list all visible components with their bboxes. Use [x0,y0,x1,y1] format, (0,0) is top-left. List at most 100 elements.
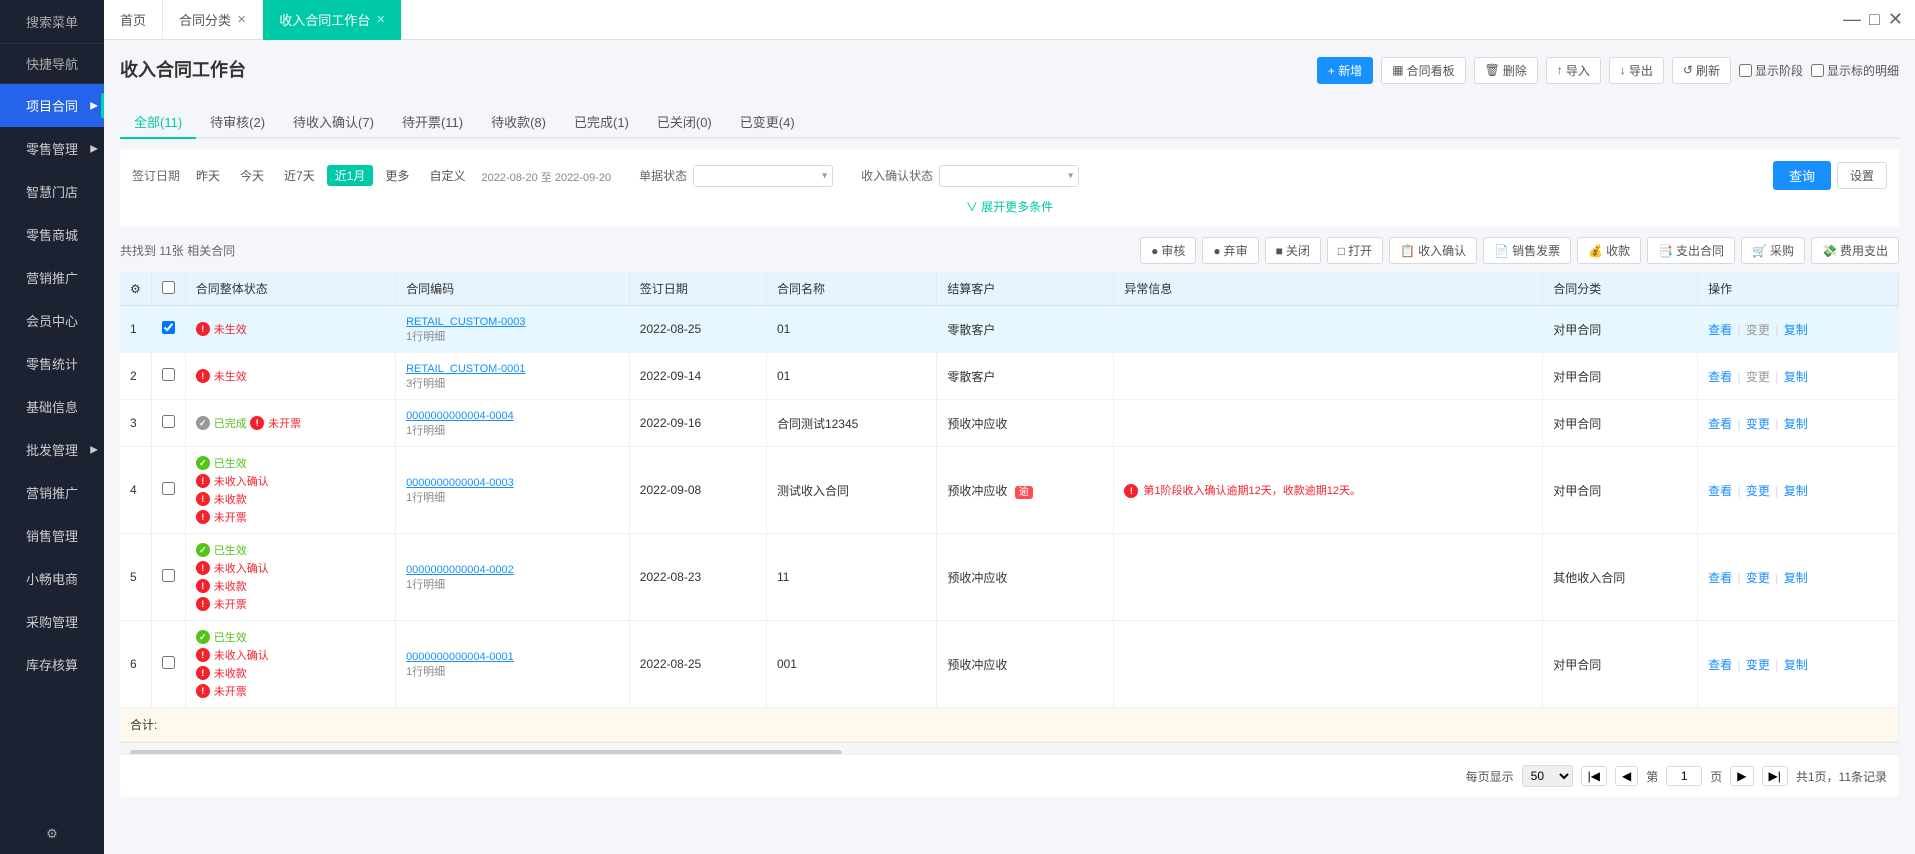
abandon-review-button[interactable]: ● 弃审 [1202,237,1258,264]
date-btn-1month[interactable]: 近1月 [327,165,374,186]
change-link[interactable]: 变更 [1746,658,1770,672]
expand-filter-button[interactable]: ∨ 展开更多条件 [966,200,1053,214]
maximize-icon[interactable]: □ [1869,9,1880,30]
contract-code-link[interactable]: 0000000000004-0004 [406,410,514,422]
close-icon[interactable]: ✕ [376,13,385,26]
copy-link[interactable]: 复制 [1784,484,1808,498]
close-button[interactable]: ■ 关闭 [1265,237,1321,264]
contract-code-link[interactable]: RETAIL_CUSTOM-0001 [406,363,525,375]
contract-code-link[interactable]: 0000000000004-0003 [406,477,514,489]
show-detail-input[interactable] [1811,64,1824,77]
sidebar-item-retail-mgmt[interactable]: 零售管理 ▶ [0,127,104,170]
sidebar-item-project-contract[interactable]: 项目合同 ▶ [0,84,104,127]
date-btn-yesterday[interactable]: 昨天 [188,165,228,186]
th-settings[interactable]: ⚙ [120,272,151,306]
sidebar-item-member-center[interactable]: 会员中心 [0,299,104,342]
date-btn-custom[interactable]: 自定义 [421,165,473,186]
contract-code-link[interactable]: RETAIL_CUSTOM-0003 [406,316,525,328]
show-fields-checkbox[interactable]: 显示阶段 [1739,62,1803,79]
import-button[interactable]: ↑ 导入 [1546,57,1601,84]
view-link[interactable]: 查看 [1708,323,1732,337]
row-checkbox[interactable] [151,534,185,621]
view-link[interactable]: 查看 [1708,658,1732,672]
contract-code-link[interactable]: 0000000000004-0001 [406,651,514,663]
expense-button[interactable]: 💸 费用支出 [1811,237,1899,264]
th-checkbox[interactable] [151,272,185,306]
status-tab-pending-review[interactable]: 待审核(2) [196,106,279,139]
copy-link[interactable]: 复制 [1784,658,1808,672]
delete-button[interactable]: 🗑 删除 [1474,57,1538,84]
page-input[interactable] [1666,766,1702,786]
add-button[interactable]: + 新增 [1317,57,1373,84]
export-button[interactable]: ↓ 导出 [1609,57,1664,84]
sidebar-item-marketing[interactable]: 营销推广 [0,256,104,299]
expense-contract-button[interactable]: 📑 支出合同 [1647,237,1735,264]
tab-contract-classify[interactable]: 合同分类 ✕ [163,0,263,40]
view-link[interactable]: 查看 [1708,370,1732,384]
copy-link[interactable]: 复制 [1784,370,1808,384]
minimize-icon[interactable]: — [1843,9,1861,30]
change-link[interactable]: 变更 [1746,484,1770,498]
tab-income-contract[interactable]: 收入合同工作台 ✕ [263,0,402,40]
open-button[interactable]: □ 打开 [1327,237,1383,264]
sidebar-item-inventory[interactable]: 库存核算 [0,643,104,686]
purchase-button[interactable]: 🛒 采购 [1741,237,1805,264]
status-tab-changed[interactable]: 已变更(4) [726,106,809,139]
first-page-button[interactable]: |◀ [1581,766,1607,786]
sidebar-item-marketing2[interactable]: 营销推广 [0,471,104,514]
row-checkbox[interactable] [151,621,185,708]
sidebar-item-retail-stats[interactable]: 零售统计 [0,342,104,385]
status-tab-pending-receipt[interactable]: 待收款(8) [477,106,560,139]
copy-link[interactable]: 复制 [1784,571,1808,585]
sidebar-item-retail-commerce[interactable]: 零售商城 [0,213,104,256]
sidebar-item-smart-store[interactable]: 智慧门店 [0,170,104,213]
row-checkbox[interactable] [151,400,185,447]
status-tab-pending-confirm[interactable]: 待收入确认(7) [279,106,388,139]
sidebar-item-sales-mgmt[interactable]: 销售管理 [0,514,104,557]
row-checkbox[interactable] [151,447,185,534]
setting-button[interactable]: 设置 [1837,162,1887,189]
sidebar-search[interactable]: 搜索菜单 [0,0,104,44]
copy-link[interactable]: 复制 [1784,323,1808,337]
last-page-button[interactable]: ▶| [1762,766,1788,786]
sidebar-item-base-info[interactable]: 基础信息 [0,385,104,428]
income-confirm-button[interactable]: 📋 收入确认 [1389,237,1477,264]
doc-status-select[interactable] [693,165,833,187]
row-checkbox[interactable] [151,353,185,400]
close-icon[interactable]: ✕ [237,13,246,26]
contract-code-link[interactable]: 0000000000004-0002 [406,564,514,576]
sidebar-item-purchase-mgmt[interactable]: 采购管理 [0,600,104,643]
tab-home[interactable]: 首页 [104,0,163,40]
view-link[interactable]: 查看 [1708,571,1732,585]
receipt-button[interactable]: 💰 收款 [1577,237,1641,264]
view-link[interactable]: 查看 [1708,417,1732,431]
query-button[interactable]: 查询 [1773,161,1831,190]
sidebar-item-xiaochangec[interactable]: 小畅电商 [0,557,104,600]
copy-link[interactable]: 复制 [1784,417,1808,431]
refresh-button[interactable]: ↺ 刷新 [1672,57,1731,84]
change-link[interactable]: 变更 [1746,571,1770,585]
date-btn-today[interactable]: 今天 [232,165,272,186]
date-btn-more[interactable]: 更多 [377,165,417,186]
change-link[interactable]: 变更 [1746,370,1770,384]
status-tab-pending-invoice[interactable]: 待开票(11) [388,106,477,139]
window-close-icon[interactable]: ✕ [1888,9,1903,30]
change-link[interactable]: 变更 [1746,417,1770,431]
h-scrollbar[interactable] [120,742,1899,754]
change-link[interactable]: 变更 [1746,323,1770,337]
status-tab-closed[interactable]: 已关闭(0) [643,106,726,139]
select-all-checkbox[interactable] [162,281,175,294]
status-tab-all[interactable]: 全部(11) [120,106,196,139]
sales-invoice-button[interactable]: 📄 销售发票 [1483,237,1571,264]
show-detail-checkbox[interactable]: 显示标的明细 [1811,62,1899,79]
date-btn-7days[interactable]: 近7天 [276,165,323,186]
status-tab-completed[interactable]: 已完成(1) [560,106,643,139]
sidebar-item-wholesale-mgmt[interactable]: 批发管理 ▶ [0,428,104,471]
sidebar-nav[interactable]: 快捷导航 [0,44,104,84]
show-fields-input[interactable] [1739,64,1752,77]
kanban-button[interactable]: ▦ 合同看板 [1381,57,1465,84]
review-button[interactable]: ● 审核 [1140,237,1196,264]
next-page-button[interactable]: ▶ [1730,766,1753,786]
view-link[interactable]: 查看 [1708,484,1732,498]
income-confirm-select[interactable] [939,165,1079,187]
